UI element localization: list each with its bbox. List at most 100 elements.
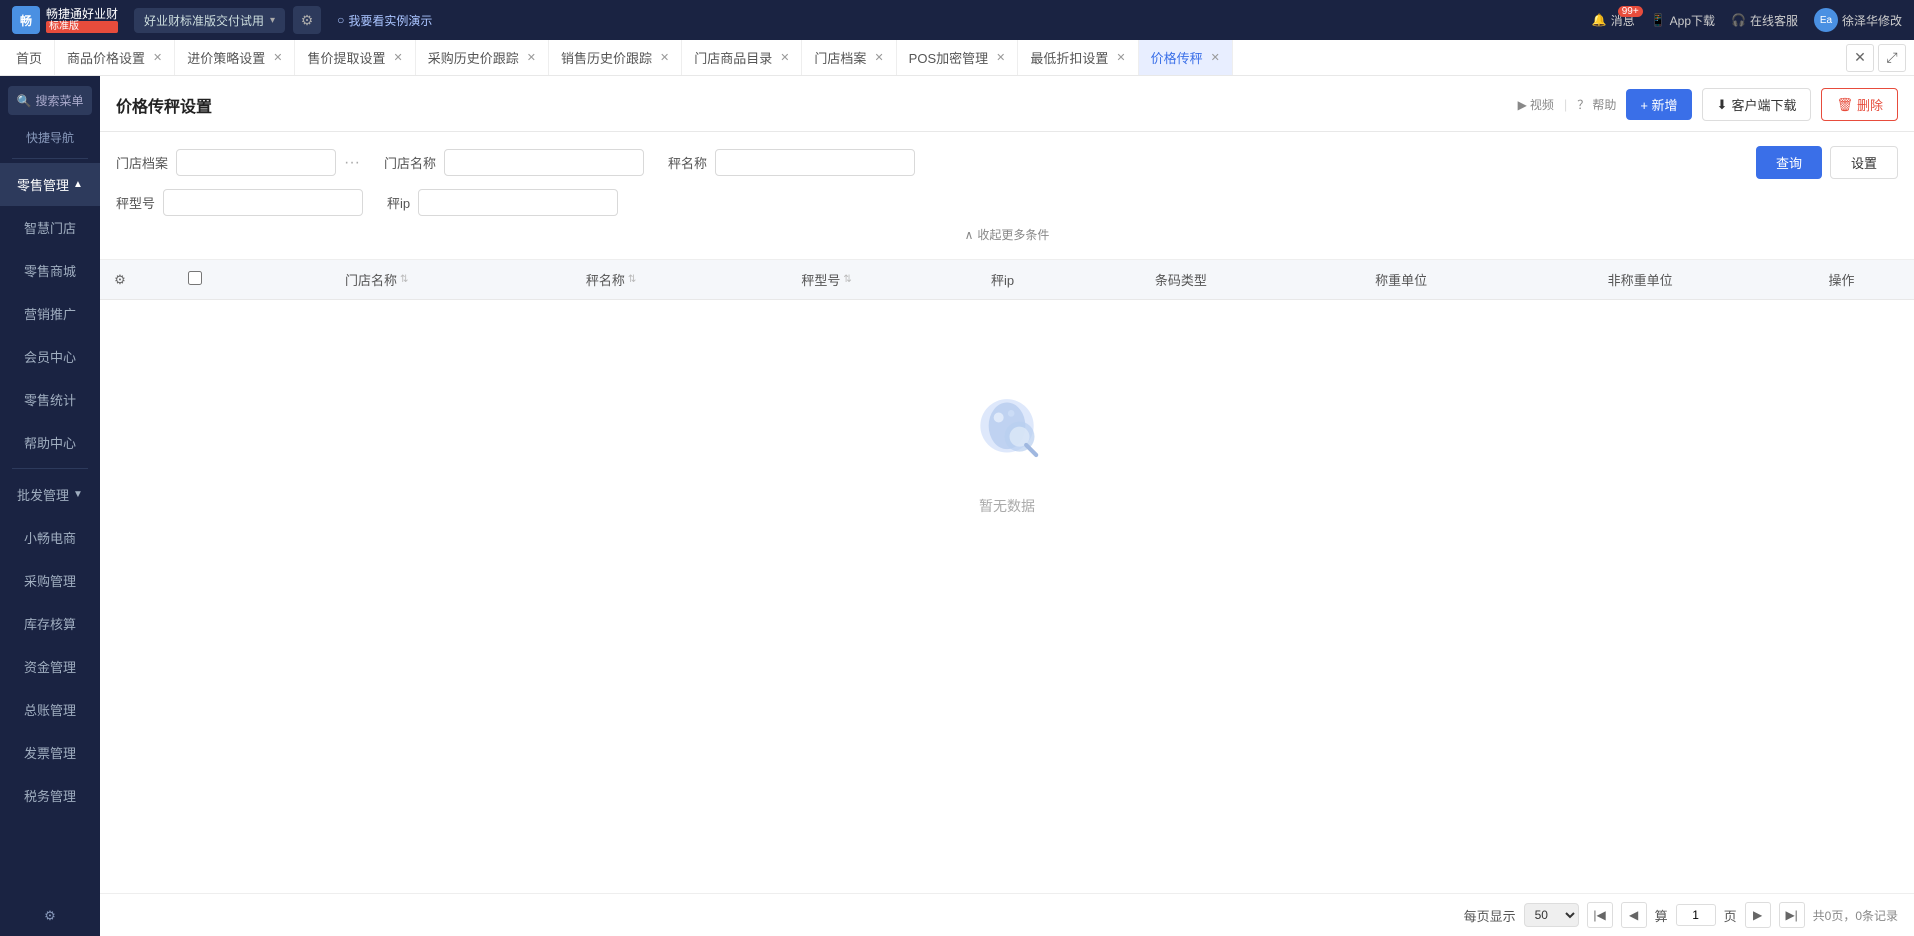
sidebar-item-retail-mall[interactable]: 零售商城 (0, 249, 100, 292)
close-icon[interactable]: ✕ (660, 51, 669, 64)
separator: | (1564, 97, 1567, 112)
video-icon: ▶ (1518, 98, 1527, 112)
store-file-picker-button[interactable]: ··· (344, 154, 360, 172)
next-page-button[interactable]: ▶ (1745, 902, 1771, 928)
sidebar-item-member[interactable]: 会员中心 (0, 335, 100, 378)
sidebar-item-purchase[interactable]: 采购管理 (0, 559, 100, 602)
table-settings-icon[interactable]: ⚙ (114, 272, 126, 287)
close-icon[interactable]: ✕ (874, 51, 883, 64)
sidebar-item-retail[interactable]: 零售管理 ▲ (0, 163, 100, 206)
avatar: Ea (1814, 8, 1838, 32)
logo-area: 畅 畅捷通好业财 标准版 (12, 6, 118, 34)
th-store-name: 门店名称 ⇅ (250, 260, 503, 300)
sidebar-item-invoice[interactable]: 发票管理 (0, 731, 100, 774)
close-icon[interactable]: ✕ (394, 51, 403, 64)
sidebar-quick-nav[interactable]: 快捷导航 (0, 121, 100, 154)
tab-sales-history[interactable]: 销售历史价跟踪 ✕ (549, 40, 682, 76)
notification-badge: 99+ (1618, 6, 1643, 17)
filter-scale-name-input[interactable] (715, 149, 915, 176)
total-info: 共0页，0条记录 (1813, 907, 1898, 924)
close-icon[interactable]: ✕ (153, 51, 162, 64)
logo-text: 畅捷通好业财 标准版 (46, 7, 118, 33)
empty-state: 暂无数据 (100, 300, 1914, 576)
headset-icon: 🎧 (1731, 13, 1746, 27)
per-page-label: 每页显示 (1464, 906, 1516, 925)
filter-scale-name-label: 秤名称 (668, 153, 707, 172)
tab-purchase-history[interactable]: 采购历史价跟踪 ✕ (416, 40, 549, 76)
sidebar-item-inventory[interactable]: 库存核算 (0, 602, 100, 645)
sidebar-item-tax[interactable]: 税务管理 (0, 774, 100, 817)
sidebar-item-help[interactable]: 帮助中心 (0, 421, 100, 464)
sidebar-item-finance[interactable]: 资金管理 (0, 645, 100, 688)
sort-icon: ⇅ (628, 274, 636, 285)
close-all-tabs-button[interactable]: ✕ (1846, 44, 1874, 72)
online-service-button[interactable]: 🎧 在线客服 (1731, 12, 1798, 29)
gear-icon: ⚙ (44, 908, 56, 923)
th-scale-ip: 秤ip (934, 260, 1071, 300)
tab-sale-price[interactable]: 售价提取设置 ✕ (295, 40, 415, 76)
close-icon[interactable]: ✕ (1211, 51, 1220, 64)
close-icon[interactable]: ✕ (527, 51, 536, 64)
filter-store-file-input[interactable] (176, 149, 336, 176)
sort-icon: ⇅ (843, 274, 851, 285)
last-page-button[interactable]: ▶| (1779, 902, 1805, 928)
page-title: 价格传秤设置 (116, 93, 212, 117)
per-page-select[interactable]: 50 20 100 (1524, 903, 1579, 927)
sidebar-item-wholesale[interactable]: 批发管理 ▼ (0, 473, 100, 516)
setup-button[interactable]: 设置 (1830, 146, 1898, 179)
client-download-button[interactable]: ⬇ 客户端下载 (1702, 88, 1812, 121)
main-layout: 🔍 搜索菜单 快捷导航 零售管理 ▲ 智慧门店 零售商城 营销推广 会员中心 零… (0, 76, 1914, 936)
content-area: 价格传秤设置 ▶ 视频 | ？ 帮助 + 新增 ⬇ 客户端下载 (100, 76, 1914, 936)
sidebar-item-smart-store[interactable]: 智慧门店 (0, 206, 100, 249)
add-button[interactable]: + 新增 (1626, 89, 1691, 120)
settings-button[interactable]: ⚙ (293, 6, 321, 34)
filter-store-name-input[interactable] (444, 149, 644, 176)
mobile-icon: 📱 (1651, 13, 1666, 27)
th-weight-unit: 称重单位 (1291, 260, 1511, 300)
sidebar-settings-button[interactable]: ⚙ (0, 896, 100, 936)
delete-button[interactable]: 🗑 删除 (1821, 88, 1898, 121)
tab-purchase-strategy[interactable]: 进价策略设置 ✕ (175, 40, 295, 76)
version-tag: 标准版 (46, 21, 118, 33)
collapse-filter-button[interactable]: ∧ 收起更多条件 (116, 226, 1898, 243)
search-menu-button[interactable]: 🔍 搜索菜单 (8, 86, 92, 115)
tab-store-file[interactable]: 门店档案 ✕ (802, 40, 896, 76)
video-link[interactable]: ▶ 视频 (1518, 96, 1554, 113)
empty-text: 暂无数据 (979, 496, 1035, 516)
chevron-up-icon: ▲ (73, 179, 83, 190)
sidebar-item-retail-stats[interactable]: 零售统计 (0, 378, 100, 421)
sidebar-item-ecommerce[interactable]: 小畅电商 (0, 516, 100, 559)
messages-button[interactable]: 🔔 消息 99+ (1592, 12, 1635, 29)
close-icon[interactable]: ✕ (780, 51, 789, 64)
filter-scale-ip-label: 秤ip (387, 193, 410, 212)
download-icon: ⬇ (1717, 97, 1728, 113)
expand-tabs-button[interactable]: ⤢ (1878, 44, 1906, 72)
sort-icon: ⇅ (400, 274, 408, 285)
app-download-button[interactable]: 📱 App下载 (1651, 12, 1715, 29)
select-all-checkbox[interactable] (188, 271, 202, 285)
close-icon[interactable]: ✕ (1116, 51, 1125, 64)
filter-row-1: 门店档案 ··· 门店名称 秤名称 查询 设置 (116, 146, 1898, 179)
sidebar-item-marketing[interactable]: 营销推广 (0, 292, 100, 335)
env-selector[interactable]: 好业财标准版交付试用 ▾ (134, 8, 285, 33)
query-button[interactable]: 查询 (1756, 146, 1822, 179)
help-link[interactable]: ？ 帮助 (1577, 96, 1616, 113)
user-menu[interactable]: Ea 徐泽华修改 (1814, 8, 1902, 32)
prev-page-button[interactable]: ◀ (1621, 902, 1647, 928)
first-page-button[interactable]: |◀ (1587, 902, 1613, 928)
demo-button[interactable]: ○ 我要看实例演示 (337, 12, 432, 29)
tab-store-catalog[interactable]: 门店商品目录 ✕ (682, 40, 802, 76)
filter-scale-ip-input[interactable] (418, 189, 618, 216)
tab-pos-encrypt[interactable]: POS加密管理 ✕ (897, 40, 1019, 76)
filter-scale-model-input[interactable] (163, 189, 363, 216)
trash-icon: 🗑 (1836, 97, 1853, 113)
tab-price-scale[interactable]: 价格传秤 ✕ (1139, 40, 1233, 76)
page-number-input[interactable] (1676, 904, 1716, 926)
tab-product-price[interactable]: 商品价格设置 ✕ (55, 40, 175, 76)
sidebar-item-ledger[interactable]: 总账管理 (0, 688, 100, 731)
close-icon[interactable]: ✕ (273, 51, 282, 64)
close-icon[interactable]: ✕ (996, 51, 1005, 64)
tab-home[interactable]: 首页 (4, 40, 55, 76)
tab-min-discount[interactable]: 最低折扣设置 ✕ (1018, 40, 1138, 76)
th-scale-model: 秤型号 ⇅ (719, 260, 935, 300)
